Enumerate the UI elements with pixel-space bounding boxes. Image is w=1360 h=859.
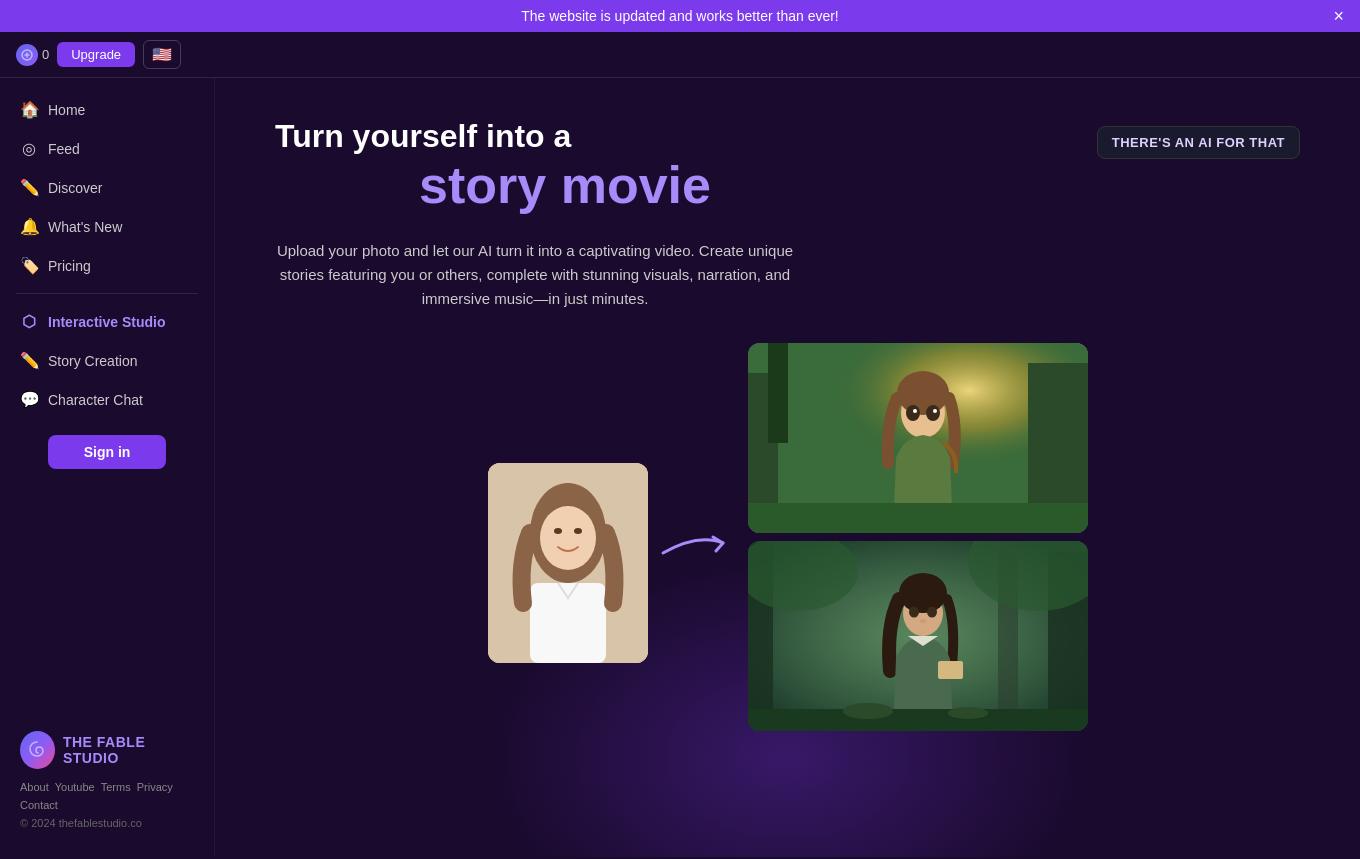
svg-point-33 [843,703,893,719]
svg-point-29 [927,607,937,618]
svg-rect-6 [530,583,606,663]
results-stack [748,343,1088,731]
sidebar-divider [16,293,198,294]
banner-text: The website is updated and works better … [521,8,839,24]
sidebar: 🏠 Home ◎ Feed ✏️ Discover 🔔 What's New 🏷… [0,78,215,857]
ai-badge: there's AN AI For That [1097,126,1300,159]
home-icon: 🏠 [20,100,38,119]
sidebar-item-discover[interactable]: ✏️ Discover [0,168,214,207]
character-chat-icon: 💬 [20,390,38,409]
interactive-studio-icon: ⬡ [20,312,38,331]
coin-count: 0 [42,47,49,62]
sign-in-button[interactable]: Sign in [48,435,167,469]
footer-link-youtube[interactable]: Youtube [55,781,95,793]
top-banner: The website is updated and works better … [0,0,1360,32]
woman-silhouette [488,463,648,663]
svg-point-16 [913,409,917,413]
brand-logo: THE FABLE STUDIO [20,731,194,769]
whats-new-icon: 🔔 [20,217,38,236]
sidebar-item-character-chat[interactable]: 💬 Character Chat [0,380,214,419]
footer-links: About Youtube Terms Privacy Contact [20,781,194,811]
brand-name-plain: THE FABLE [63,734,145,750]
result-image-1 [748,343,1088,533]
brand-name: THE FABLE STUDIO [63,734,194,766]
sidebar-item-story-creation-label: Story Creation [48,353,137,369]
svg-point-5 [574,528,582,534]
sidebar-item-interactive-studio[interactable]: ⬡ Interactive Studio [0,302,214,341]
svg-point-17 [933,409,937,413]
sidebar-item-interactive-studio-label: Interactive Studio [48,314,165,330]
coin-badge: 0 [16,44,49,66]
sidebar-item-character-chat-label: Character Chat [48,392,143,408]
coin-icon [16,44,38,66]
hero-title-line2: story movie [275,155,855,215]
brand-name-colored: STUDIO [63,750,119,766]
svg-rect-11 [768,343,788,443]
arrow-connector [648,523,748,563]
language-flag-button[interactable]: 🇺🇸 [143,40,181,69]
sidebar-item-story-creation[interactable]: ✏️ Story Creation [0,341,214,380]
footer-link-contact[interactable]: Contact [20,799,58,811]
svg-rect-18 [748,503,1088,533]
hero-title-line1: Turn yourself into a [275,118,571,154]
feed-icon: ◎ [20,139,38,158]
hero-subtitle: Upload your photo and let our AI turn it… [275,239,795,311]
sidebar-item-home-label: Home [48,102,85,118]
svg-point-30 [920,619,926,623]
svg-point-28 [909,607,919,618]
svg-point-27 [899,573,947,613]
footer-link-terms[interactable]: Terms [101,781,131,793]
svg-rect-32 [748,709,1088,731]
sidebar-item-feed-label: Feed [48,141,80,157]
sidebar-item-whats-new[interactable]: 🔔 What's New [0,207,214,246]
svg-point-15 [926,405,940,421]
upgrade-button[interactable]: Upgrade [57,42,135,67]
result-image-2 [748,541,1088,731]
pricing-icon: 🏷️ [20,256,38,275]
sidebar-item-pricing[interactable]: 🏷️ Pricing [0,246,214,285]
svg-point-14 [906,405,920,421]
sidebar-item-pricing-label: Pricing [48,258,91,274]
main-content: there's AN AI For That Turn yourself int… [215,78,1360,857]
sidebar-footer: THE FABLE STUDIO About Youtube Terms Pri… [0,715,214,845]
sidebar-item-home[interactable]: 🏠 Home [0,90,214,129]
main-layout: 🏠 Home ◎ Feed ✏️ Discover 🔔 What's New 🏷… [0,78,1360,857]
svg-point-3 [540,506,596,570]
sidebar-item-discover-label: Discover [48,180,102,196]
sidebar-item-whats-new-label: What's New [48,219,122,235]
svg-point-13 [897,371,949,415]
story-creation-icon: ✏️ [20,351,38,370]
source-photo [488,463,648,663]
toolbar: 0 Upgrade 🇺🇸 [0,32,1360,78]
footer-link-about[interactable]: About [20,781,49,793]
sidebar-item-feed[interactable]: ◎ Feed [0,129,214,168]
banner-close-button[interactable]: × [1333,6,1344,27]
svg-point-34 [948,707,988,719]
footer-link-privacy[interactable]: Privacy [137,781,173,793]
discover-icon: ✏️ [20,178,38,197]
copyright-text: © 2024 thefablestudio.co [20,817,194,829]
svg-point-4 [554,528,562,534]
svg-rect-31 [938,661,963,679]
images-demo-area [275,343,1300,731]
brand-avatar [20,731,55,769]
